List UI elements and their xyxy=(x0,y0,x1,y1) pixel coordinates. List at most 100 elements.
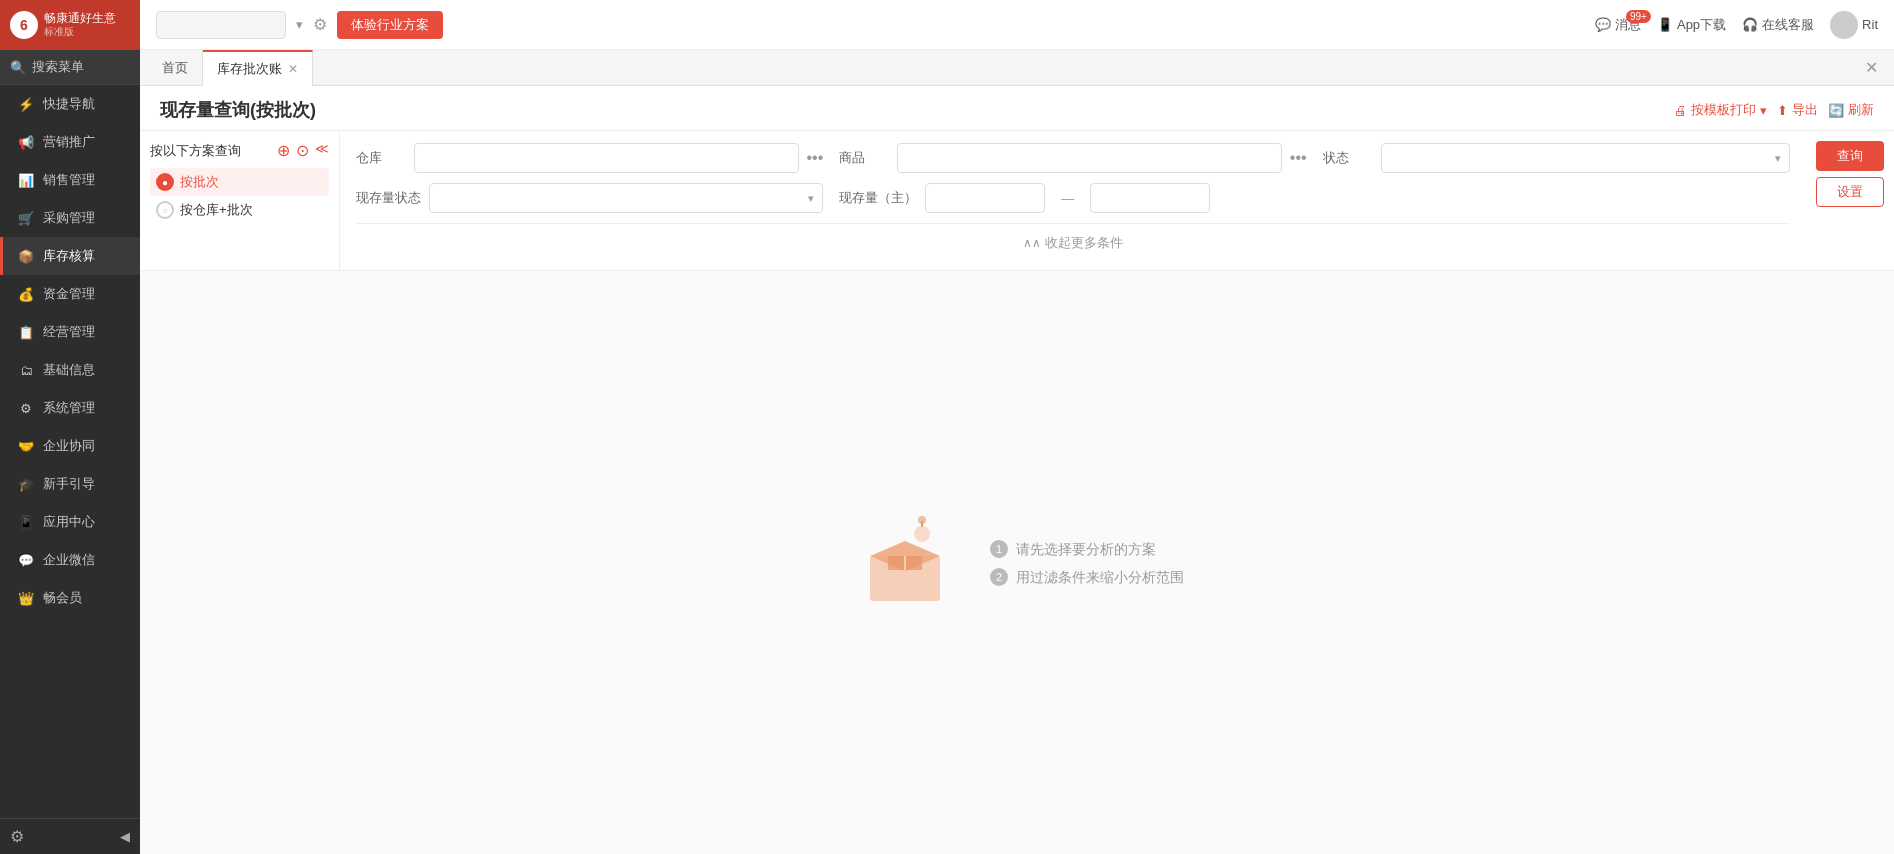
scheme-settings-icon[interactable]: ⊙ xyxy=(296,141,309,160)
tab-inventory-batch[interactable]: 库存批次账 ✕ xyxy=(203,50,313,86)
company-name: 畅康通好生意 xyxy=(44,11,116,25)
wechat-icon: 💬 xyxy=(17,551,35,569)
svg-point-4 xyxy=(914,526,930,542)
newbie-icon: 🎓 xyxy=(17,475,35,493)
export-icon: ⬆ xyxy=(1777,103,1788,118)
collapse-more-btn[interactable]: ∧∧ 收起更多条件 xyxy=(356,228,1790,258)
stock-status-dropdown-icon: ▾ xyxy=(808,192,814,205)
online-service-label: 在线客服 xyxy=(1762,16,1814,34)
empty-tips: 1 请先选择要分析的方案 2 用过滤条件来缩小分析范围 xyxy=(990,535,1184,591)
print-dropdown-icon[interactable]: ▾ xyxy=(1760,103,1767,118)
search-menu-label: 搜索菜单 xyxy=(32,58,84,76)
main-area: ▾ ⚙ 体验行业方案 💬 消息 99+ 📱 App下载 🎧 在线客服 Rit xyxy=(140,0,1894,854)
tabs-bar: 首页 库存批次账 ✕ ✕ xyxy=(140,50,1894,86)
sidebar-item-sales[interactable]: 📊 销售管理 xyxy=(0,161,140,199)
search-icon: 🔍 xyxy=(10,60,26,75)
topbar-gear-icon[interactable]: ⚙ xyxy=(313,15,327,34)
app-download-label: App下载 xyxy=(1677,16,1726,34)
sidebar-item-newbie[interactable]: 🎓 新手引导 xyxy=(0,465,140,503)
warehouse-more-icon[interactable]: ••• xyxy=(807,149,824,167)
sidebar-item-basics[interactable]: 🗂 基础信息 xyxy=(0,351,140,389)
sidebar-item-label: 畅会员 xyxy=(43,589,82,607)
sidebar-item-label: 企业微信 xyxy=(43,551,95,569)
warehouse-input[interactable] xyxy=(414,143,799,173)
product-more-icon[interactable]: ••• xyxy=(1290,149,1307,167)
tip-2-text: 用过滤条件来缩小分析范围 xyxy=(1016,563,1184,591)
stock-amount-label: 现存量（主） xyxy=(839,189,917,207)
add-scheme-icon[interactable]: ⊕ xyxy=(277,141,290,160)
username-label: Rit xyxy=(1862,17,1878,32)
refresh-icon: 🔄 xyxy=(1828,103,1844,118)
filter-field-stock-amount: 现存量（主） — xyxy=(839,183,1306,213)
app-download-item[interactable]: 📱 App下载 xyxy=(1657,16,1726,34)
search-menu[interactable]: 🔍 搜索菜单 xyxy=(0,50,140,85)
chevron-up-icon: ∧∧ xyxy=(1023,236,1041,250)
app-download-icon: 📱 xyxy=(1657,17,1673,32)
filter-fields-panel: 仓库 ••• 商品 ••• 状态 ▾ xyxy=(340,131,1806,270)
sidebar-item-enterprise[interactable]: 🤝 企业协同 xyxy=(0,427,140,465)
topbar-search-input[interactable] xyxy=(156,11,286,39)
sidebar-item-wechat[interactable]: 💬 企业微信 xyxy=(0,541,140,579)
filter-panel: 按以下方案查询 ⊕ ⊙ ≪ ● 按批次 ○ 按仓库+批次 xyxy=(140,131,1894,271)
user-profile-item[interactable]: Rit xyxy=(1830,11,1878,39)
sidebar-item-finance[interactable]: 💰 资金管理 xyxy=(0,275,140,313)
sidebar-item-member[interactable]: 👑 畅会员 xyxy=(0,579,140,617)
sidebar-item-label: 基础信息 xyxy=(43,361,95,379)
sidebar-header: 6 畅康通好生意 标准版 xyxy=(0,0,140,50)
sales-icon: 📊 xyxy=(17,171,35,189)
svg-point-6 xyxy=(918,516,926,524)
sidebar-item-operations[interactable]: 📋 经营管理 xyxy=(0,313,140,351)
messages-item[interactable]: 💬 消息 99+ xyxy=(1595,16,1641,34)
operations-icon: 📋 xyxy=(17,323,35,341)
stock-status-select[interactable]: ▾ xyxy=(429,183,823,213)
scheme-inactive-dot: ○ xyxy=(156,201,174,219)
scheme-by-batch-label: 按批次 xyxy=(180,173,219,191)
scheme-collapse-icon[interactable]: ≪ xyxy=(315,141,329,160)
sidebar-item-apps[interactable]: 📱 应用中心 xyxy=(0,503,140,541)
empty-tip-1: 1 请先选择要分析的方案 xyxy=(990,535,1184,563)
sidebar-item-marketing[interactable]: 📢 营销推广 xyxy=(0,123,140,161)
export-action[interactable]: ⬆ 导出 xyxy=(1777,101,1818,119)
filter-field-warehouse: 仓库 ••• xyxy=(356,143,823,173)
sidebar-item-system[interactable]: ⚙ 系统管理 xyxy=(0,389,140,427)
shortcuts-icon: ⚡ xyxy=(17,95,35,113)
sidebar-item-label: 新手引导 xyxy=(43,475,95,493)
sidebar-item-label: 资金管理 xyxy=(43,285,95,303)
status-label: 状态 xyxy=(1323,149,1373,167)
topbar-dropdown-icon[interactable]: ▾ xyxy=(296,17,303,32)
enterprise-icon: 🤝 xyxy=(17,437,35,455)
sidebar-item-purchase[interactable]: 🛒 采购管理 xyxy=(0,199,140,237)
status-select[interactable]: ▾ xyxy=(1381,143,1790,173)
settings-button[interactable]: 设置 xyxy=(1816,177,1884,207)
scheme-item-by-batch[interactable]: ● 按批次 xyxy=(150,168,329,196)
refresh-label: 刷新 xyxy=(1848,101,1874,119)
refresh-action[interactable]: 🔄 刷新 xyxy=(1828,101,1874,119)
scheme-active-dot: ● xyxy=(156,173,174,191)
tab-area-close[interactable]: ✕ xyxy=(1865,58,1886,77)
finance-icon: 💰 xyxy=(17,285,35,303)
collapse-more-label: 收起更多条件 xyxy=(1045,234,1123,252)
topbar-right: 💬 消息 99+ 📱 App下载 🎧 在线客服 Rit xyxy=(1595,11,1878,39)
tip-num-1: 1 xyxy=(990,540,1008,558)
collapse-icon[interactable]: ◀ xyxy=(120,829,130,844)
filter-row-1: 仓库 ••• 商品 ••• 状态 ▾ xyxy=(356,143,1790,173)
settings-icon[interactable]: ⚙ xyxy=(10,827,24,846)
product-input[interactable] xyxy=(897,143,1282,173)
print-action[interactable]: 🖨 按模板打印 ▾ xyxy=(1674,101,1767,119)
page-header: 现存量查询(按批次) 🖨 按模板打印 ▾ ⬆ 导出 🔄 刷新 xyxy=(140,86,1894,131)
stock-amount-from[interactable] xyxy=(925,183,1045,213)
tip-num-2: 2 xyxy=(990,568,1008,586)
scheme-item-by-warehouse-batch[interactable]: ○ 按仓库+批次 xyxy=(150,196,329,224)
sidebar-item-label: 采购管理 xyxy=(43,209,95,227)
tab-home[interactable]: 首页 xyxy=(148,50,203,86)
query-button[interactable]: 查询 xyxy=(1816,141,1884,171)
tab-close-icon[interactable]: ✕ xyxy=(288,62,298,76)
sidebar-item-label: 应用中心 xyxy=(43,513,95,531)
stock-amount-to[interactable] xyxy=(1090,183,1210,213)
sidebar-item-shortcuts[interactable]: ⚡ 快捷导航 xyxy=(0,85,140,123)
sidebar: 6 畅康通好生意 标准版 🔍 搜索菜单 ⚡ 快捷导航 📢 营销推广 📊 销售管理… xyxy=(0,0,140,854)
online-service-item[interactable]: 🎧 在线客服 xyxy=(1742,16,1814,34)
sidebar-item-inventory[interactable]: 📦 库存核算 xyxy=(0,237,140,275)
system-icon: ⚙ xyxy=(17,399,35,417)
experience-button[interactable]: 体验行业方案 xyxy=(337,11,443,39)
